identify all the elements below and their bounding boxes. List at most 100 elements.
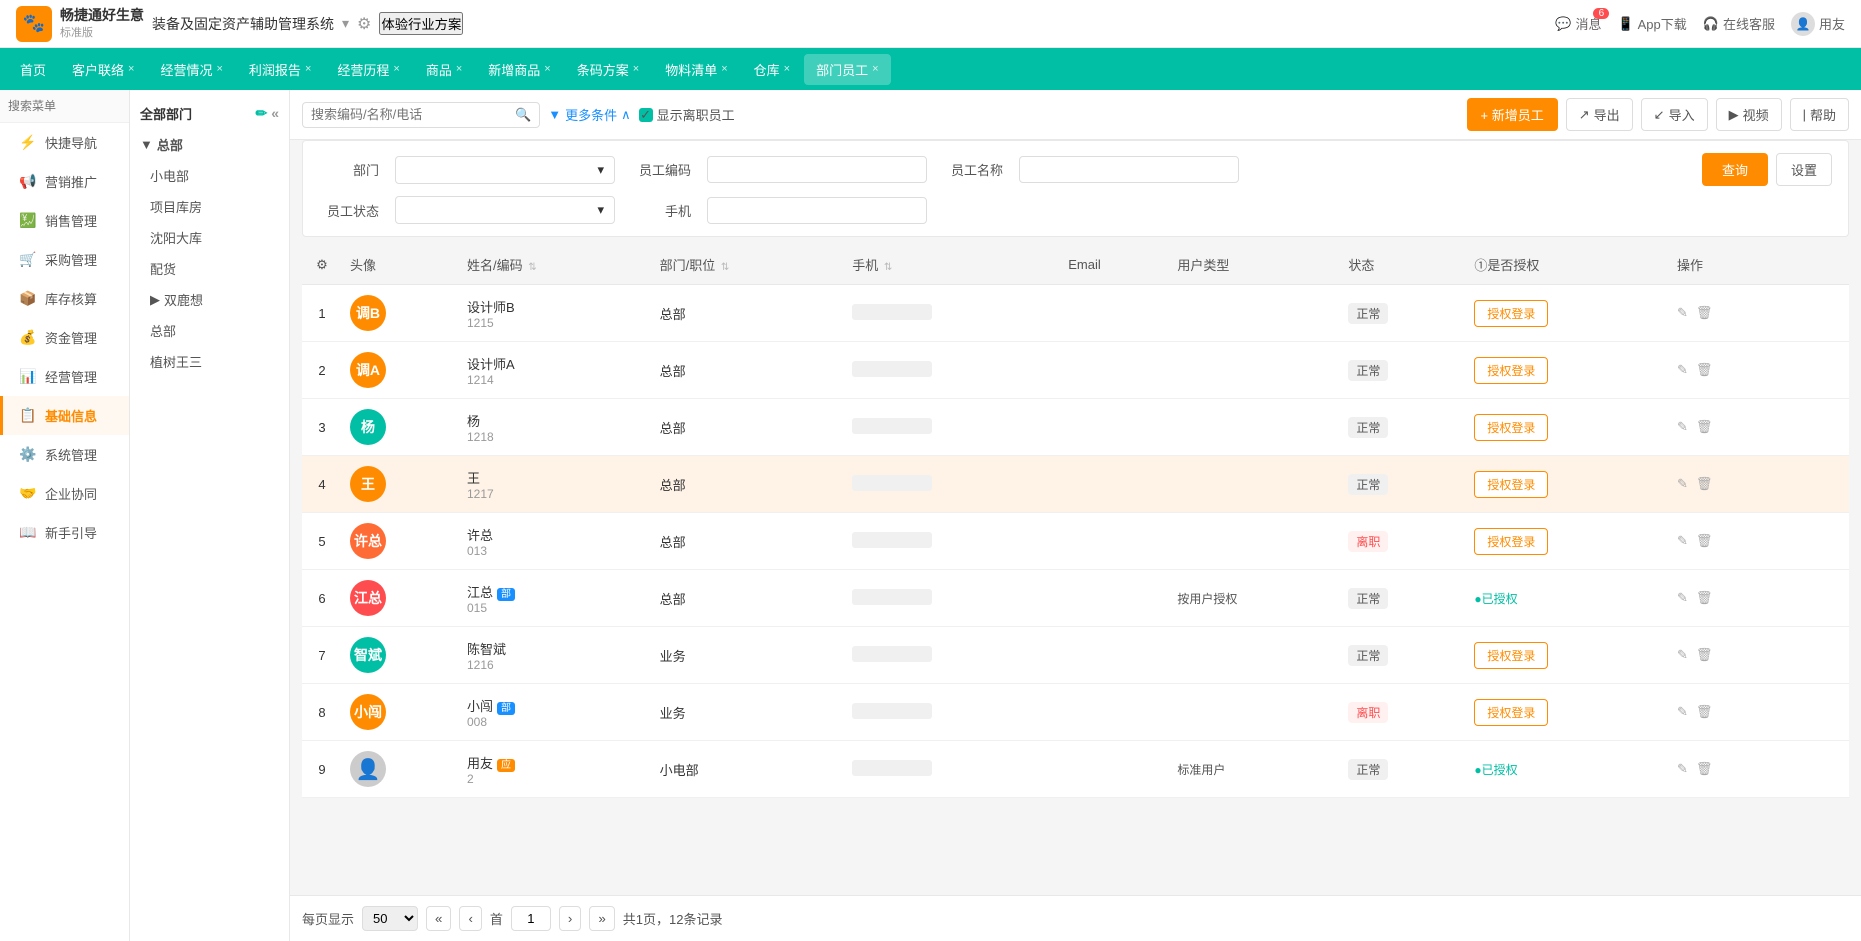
nav-close-goods[interactable]: × bbox=[456, 63, 462, 75]
last-page-button[interactable]: » bbox=[589, 906, 614, 931]
delete-icon[interactable]: 🗑 bbox=[1696, 533, 1713, 549]
first-page-button[interactable]: « bbox=[426, 906, 451, 931]
nav-close-dept[interactable]: × bbox=[872, 63, 878, 75]
edit-icon[interactable]: ✎ bbox=[1677, 590, 1688, 606]
nav-item-barcode[interactable]: 条码方案 × bbox=[565, 54, 651, 85]
sidebar-item-finance[interactable]: 💰 资金管理 bbox=[0, 318, 129, 357]
nav-close-barcode[interactable]: × bbox=[633, 63, 639, 75]
nav-item-add-goods[interactable]: 新增商品 × bbox=[476, 54, 562, 85]
sidebar-item-system[interactable]: ⚙️ 系统管理 bbox=[0, 435, 129, 474]
next-page-button[interactable]: › bbox=[559, 906, 581, 931]
export-button[interactable]: ↗ 导出 bbox=[1566, 98, 1633, 131]
sidebar-item-mgmt[interactable]: 📊 经营管理 bbox=[0, 357, 129, 396]
sidebar-item-marketing[interactable]: 📢 营销推广 bbox=[0, 162, 129, 201]
emp-status-select[interactable]: ▾ bbox=[395, 196, 615, 224]
edit-icon[interactable]: ✎ bbox=[1677, 647, 1688, 663]
page-number-input[interactable] bbox=[511, 906, 551, 931]
auth-button[interactable]: 授权登录 bbox=[1474, 357, 1548, 384]
edit-icon[interactable]: ✎ bbox=[1677, 533, 1688, 549]
nav-close-customer[interactable]: × bbox=[128, 63, 134, 75]
dept-edit-icon[interactable]: ✏ bbox=[255, 105, 267, 122]
dept-node-shuanglu[interactable]: ▶ 双鹿想 bbox=[130, 284, 289, 315]
delete-icon[interactable]: 🗑 bbox=[1696, 704, 1713, 720]
sidebar-item-purchase[interactable]: 🛒 采购管理 bbox=[0, 240, 129, 279]
delete-icon[interactable]: 🗑 bbox=[1696, 590, 1713, 606]
dept-node-small-electric[interactable]: 小电部 bbox=[130, 160, 289, 191]
nav-item-warehouse[interactable]: 仓库 × bbox=[742, 54, 802, 85]
auth-button[interactable]: 授权登录 bbox=[1474, 414, 1548, 441]
nav-item-bom[interactable]: 物料清单 × bbox=[653, 54, 739, 85]
page-size-select[interactable]: 50 100 bbox=[362, 906, 418, 931]
nav-close-operations[interactable]: × bbox=[216, 63, 222, 75]
app-download-button[interactable]: 📱 App下载 bbox=[1617, 14, 1686, 33]
edit-icon[interactable]: ✎ bbox=[1677, 704, 1688, 720]
col-name[interactable]: 姓名/编码 ⇅ bbox=[459, 245, 652, 285]
nav-item-profit[interactable]: 利润报告 × bbox=[237, 54, 323, 85]
sidebar-item-collab[interactable]: 🤝 企业协同 bbox=[0, 474, 129, 513]
emp-name-input[interactable] bbox=[1019, 156, 1239, 183]
sidebar-item-guide[interactable]: 📖 新手引导 bbox=[0, 513, 129, 552]
delete-icon[interactable]: 🗑 bbox=[1696, 305, 1713, 321]
setting-button[interactable]: 设置 bbox=[1776, 153, 1832, 186]
experience-button[interactable]: 体验行业方案 bbox=[379, 12, 463, 35]
add-employee-button[interactable]: + 新增员工 bbox=[1467, 98, 1558, 131]
import-button[interactable]: ↙ 导入 bbox=[1641, 98, 1708, 131]
sidebar-item-basic[interactable]: 📋 基础信息 bbox=[0, 396, 129, 435]
sidebar-item-nav[interactable]: ⚡ 快捷导航 bbox=[0, 123, 129, 162]
service-button[interactable]: 🎧 在线客服 bbox=[1703, 14, 1775, 33]
delete-icon[interactable]: 🗑 bbox=[1696, 419, 1713, 435]
nav-item-goods[interactable]: 商品 × bbox=[414, 54, 474, 85]
dept-node-hq[interactable]: ▼ 总部 bbox=[130, 129, 289, 160]
dept-node-plant[interactable]: 植树王三 bbox=[130, 346, 289, 377]
dept-node-delivery[interactable]: 配货 bbox=[130, 253, 289, 284]
sidebar-search-input[interactable] bbox=[8, 99, 130, 113]
dept-collapse-icon[interactable]: « bbox=[271, 105, 279, 122]
user-button[interactable]: 👤 用友 bbox=[1791, 12, 1845, 36]
auth-button[interactable]: 授权登录 bbox=[1474, 471, 1548, 498]
nav-close-profit[interactable]: × bbox=[305, 63, 311, 75]
nav-item-history[interactable]: 经营历程 × bbox=[325, 54, 411, 85]
edit-icon[interactable]: ✎ bbox=[1677, 419, 1688, 435]
search-input[interactable] bbox=[311, 107, 511, 122]
auth-button[interactable]: 授权登录 bbox=[1474, 528, 1548, 555]
auth-button[interactable]: 授权登录 bbox=[1474, 642, 1548, 669]
auth-button[interactable]: 授权登录 bbox=[1474, 300, 1548, 327]
nav-item-customer[interactable]: 客户联络 × bbox=[60, 54, 146, 85]
col-settings[interactable]: ⚙ bbox=[302, 245, 342, 285]
phone-input[interactable] bbox=[707, 197, 927, 224]
show-former-toggle[interactable]: ✓ 显示离职员工 bbox=[639, 105, 735, 124]
nav-item-operations[interactable]: 经营情况 × bbox=[148, 54, 234, 85]
edit-icon[interactable]: ✎ bbox=[1677, 476, 1688, 492]
nav-close-history[interactable]: × bbox=[393, 63, 399, 75]
edit-icon[interactable]: ✎ bbox=[1677, 362, 1688, 378]
auth-button[interactable]: 授权登录 bbox=[1474, 699, 1548, 726]
help-button[interactable]: | 帮助 bbox=[1790, 98, 1849, 131]
col-dept[interactable]: 部门/职位 ⇅ bbox=[652, 245, 845, 285]
edit-icon[interactable]: ✎ bbox=[1677, 761, 1688, 777]
emp-code-input[interactable] bbox=[707, 156, 927, 183]
dept-node-project[interactable]: 项目库房 bbox=[130, 191, 289, 222]
more-filter-button[interactable]: ▼ 更多条件 ∧ bbox=[548, 105, 630, 124]
nav-close-add-goods[interactable]: × bbox=[544, 63, 550, 75]
delete-icon[interactable]: 🗑 bbox=[1696, 476, 1713, 492]
edit-icon[interactable]: ✎ bbox=[1677, 305, 1688, 321]
dept-node-general[interactable]: 总部 bbox=[130, 315, 289, 346]
prev-page-button[interactable]: ‹ bbox=[459, 906, 481, 931]
nav-close-bom[interactable]: × bbox=[721, 63, 727, 75]
nav-item-home[interactable]: 首页 bbox=[8, 54, 58, 85]
nav-item-dept[interactable]: 部门员工 × bbox=[804, 54, 890, 85]
message-button[interactable]: 💬 消息 6 bbox=[1555, 14, 1601, 33]
sidebar-item-inventory[interactable]: 📦 库存核算 bbox=[0, 279, 129, 318]
nav-close-warehouse[interactable]: × bbox=[784, 63, 790, 75]
col-phone[interactable]: 手机 ⇅ bbox=[844, 245, 1060, 285]
delete-icon[interactable]: 🗑 bbox=[1696, 362, 1713, 378]
delete-icon[interactable]: 🗑 bbox=[1696, 647, 1713, 663]
dept-node-shenyang[interactable]: 沈阳大库 bbox=[130, 222, 289, 253]
dropdown-icon[interactable]: ▾ bbox=[342, 15, 349, 32]
dept-select[interactable]: ▾ bbox=[395, 156, 615, 184]
query-button[interactable]: 查询 bbox=[1702, 153, 1768, 186]
video-button[interactable]: ▶ 视频 bbox=[1716, 98, 1782, 131]
sidebar-item-sales[interactable]: 💹 销售管理 bbox=[0, 201, 129, 240]
delete-icon[interactable]: 🗑 bbox=[1696, 761, 1713, 777]
settings-icon[interactable]: ⚙ bbox=[357, 14, 371, 34]
